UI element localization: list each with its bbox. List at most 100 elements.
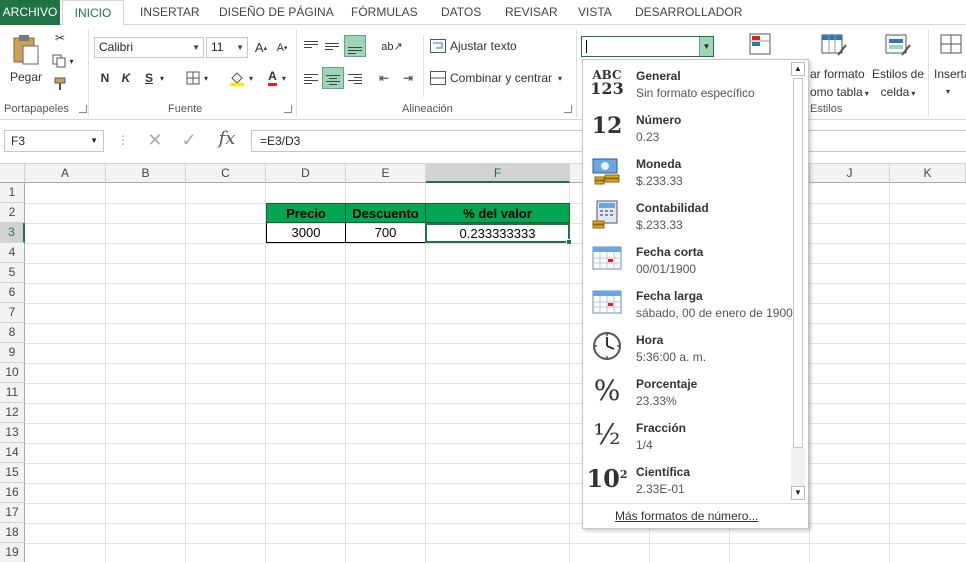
cell-styles-button[interactable]: Estilos de celda ▾ <box>872 65 924 103</box>
merge-center-button[interactable]: Combinar y centrar ▾ <box>430 67 570 89</box>
align-center-icon[interactable] <box>322 67 344 89</box>
cut-icon[interactable]: ✂ <box>50 29 70 47</box>
scroll-down-icon[interactable]: ▼ <box>791 486 805 500</box>
font-launcher-icon[interactable] <box>284 105 292 113</box>
scroll-up-icon[interactable]: ▲ <box>791 62 805 76</box>
row-header[interactable]: 10 <box>0 363 25 383</box>
chevron-down-icon[interactable]: ▾ <box>157 68 167 88</box>
align-left-icon[interactable] <box>302 67 320 89</box>
decrease-indent-icon[interactable]: ⇤ <box>374 67 394 89</box>
cell-d2-header[interactable]: Precio <box>266 203 346 223</box>
tab-desarrollador[interactable]: DESARROLLADOR <box>635 0 742 25</box>
paste-button[interactable]: Pegar <box>6 29 46 89</box>
conditional-format-icon[interactable] <box>745 31 775 57</box>
row-header[interactable]: 17 <box>0 503 25 523</box>
insert-function-icon[interactable]: fx <box>212 128 242 154</box>
scroll-thumb[interactable] <box>793 78 803 448</box>
cell-f3-selected[interactable]: 0.233333333 <box>425 223 570 243</box>
row-header[interactable]: 11 <box>0 383 25 403</box>
align-top-icon[interactable] <box>302 35 320 57</box>
row-header[interactable]: 5 <box>0 263 25 283</box>
align-middle-icon[interactable] <box>323 35 341 57</box>
row-header[interactable]: 3 <box>0 223 25 243</box>
insert-cells-icon[interactable] <box>940 31 966 59</box>
column-header-f[interactable]: F <box>426 164 570 183</box>
column-header-k[interactable]: K <box>890 164 966 183</box>
borders-button[interactable]: ▾ <box>180 68 214 88</box>
align-bottom-icon[interactable] <box>344 35 366 57</box>
row-header[interactable]: 1 <box>0 183 25 203</box>
row-header[interactable]: 8 <box>0 323 25 343</box>
bold-button[interactable]: N <box>96 68 114 88</box>
column-header-e[interactable]: E <box>346 164 426 183</box>
grow-font-button[interactable]: A ▴ <box>252 37 270 58</box>
cell-f2-header[interactable]: % del valor <box>425 203 570 223</box>
format-option-general[interactable]: ABC 123 General Sin formato específico <box>583 60 792 104</box>
cancel-icon[interactable]: ✕ <box>144 130 166 152</box>
clipboard-launcher-icon[interactable] <box>79 105 87 113</box>
cell-e3[interactable]: 700 <box>345 223 426 243</box>
chevron-down-icon[interactable]: ▼ <box>699 37 713 56</box>
format-option-long-date[interactable]: Fecha larga sábado, 00 de enero de 1900 <box>583 280 793 324</box>
font-name-combo[interactable]: Calibri ▼ <box>94 37 204 58</box>
tab-diseno-pagina[interactable]: DISEÑO DE PÁGINA <box>219 0 334 25</box>
format-option-scientific[interactable]: 102 Científica 2.33E-01 <box>583 456 792 500</box>
column-header-j[interactable]: J <box>810 164 890 183</box>
column-header-b[interactable]: B <box>106 164 186 183</box>
format-as-table-button[interactable]: ar formato omo tabla ▾ <box>810 65 869 103</box>
alignment-launcher-icon[interactable] <box>564 105 572 113</box>
underline-button[interactable]: S <box>140 68 158 88</box>
tab-archivo[interactable]: ARCHIVO <box>0 0 60 25</box>
increase-indent-icon[interactable]: ⇥ <box>398 67 418 89</box>
format-option-time[interactable]: Hora 5:36:00 a. m. <box>583 324 792 368</box>
number-format-combo[interactable]: ▼ <box>581 36 714 57</box>
row-header[interactable]: 12 <box>0 403 25 423</box>
format-option-accounting[interactable]: Contabilidad $.233.33 <box>583 192 792 236</box>
font-size-combo[interactable]: 11 ▼ <box>206 37 248 58</box>
align-right-icon[interactable] <box>346 67 364 89</box>
wrap-text-button[interactable]: Ajustar texto <box>430 35 522 57</box>
format-option-currency[interactable]: Moneda $.233.33 <box>583 148 792 192</box>
worksheet-grid[interactable]: A B C D E F G H I J K 1 2 3 4 5 6 7 8 9 … <box>0 164 966 562</box>
scroll-track[interactable] <box>791 448 805 486</box>
format-option-percentage[interactable]: % Porcentaje 23.33% <box>583 368 792 412</box>
font-color-button[interactable]: A ▾ <box>260 68 294 88</box>
row-header[interactable]: 2 <box>0 203 25 223</box>
tab-inicio[interactable]: INICIO <box>62 0 124 26</box>
italic-button[interactable]: K <box>117 68 135 88</box>
row-header[interactable]: 9 <box>0 343 25 363</box>
tab-datos[interactable]: DATOS <box>441 0 481 25</box>
cell-styles-icon[interactable] <box>882 31 914 59</box>
format-option-short-date[interactable]: Fecha corta 00/01/1900 <box>583 236 792 280</box>
column-header-a[interactable]: A <box>25 164 106 183</box>
format-painter-icon[interactable] <box>50 75 70 93</box>
more-number-formats-link[interactable]: Más formatos de número... <box>615 509 758 523</box>
row-header[interactable]: 14 <box>0 443 25 463</box>
tab-vista[interactable]: VISTA <box>578 0 612 25</box>
format-table-icon[interactable] <box>818 31 850 59</box>
column-header-c[interactable]: C <box>186 164 266 183</box>
format-option-number[interactable]: 12 Número 0.23 <box>583 104 792 148</box>
column-header-d[interactable]: D <box>266 164 346 183</box>
insert-button[interactable]: Inserta ▾ <box>934 65 966 101</box>
row-header[interactable]: 19 <box>0 543 25 562</box>
tab-insertar[interactable]: INSERTAR <box>140 0 200 25</box>
format-option-fraction[interactable]: ½ Fracción 1/4 <box>583 412 792 456</box>
tab-formulas[interactable]: FÓRMULAS <box>351 0 418 25</box>
fill-handle[interactable] <box>566 239 572 245</box>
enter-icon[interactable]: ✓ <box>178 130 200 152</box>
copy-icon[interactable]: ▾ <box>50 52 76 70</box>
tab-revisar[interactable]: REVISAR <box>505 0 558 25</box>
row-header[interactable]: 15 <box>0 463 25 483</box>
fill-color-button[interactable]: ▾ <box>224 68 258 88</box>
orientation-button[interactable]: ab↗ <box>378 35 406 57</box>
row-header[interactable]: 6 <box>0 283 25 303</box>
row-header[interactable]: 7 <box>0 303 25 323</box>
row-header[interactable]: 18 <box>0 523 25 543</box>
shrink-font-button[interactable]: A ▾ <box>273 37 291 58</box>
row-header[interactable]: 4 <box>0 243 25 263</box>
dropdown-scrollbar[interactable]: ▲ ▼ <box>791 62 805 500</box>
row-header[interactable]: 13 <box>0 423 25 443</box>
cell-e2-header[interactable]: Descuento <box>345 203 426 223</box>
select-all-corner[interactable] <box>0 164 25 183</box>
